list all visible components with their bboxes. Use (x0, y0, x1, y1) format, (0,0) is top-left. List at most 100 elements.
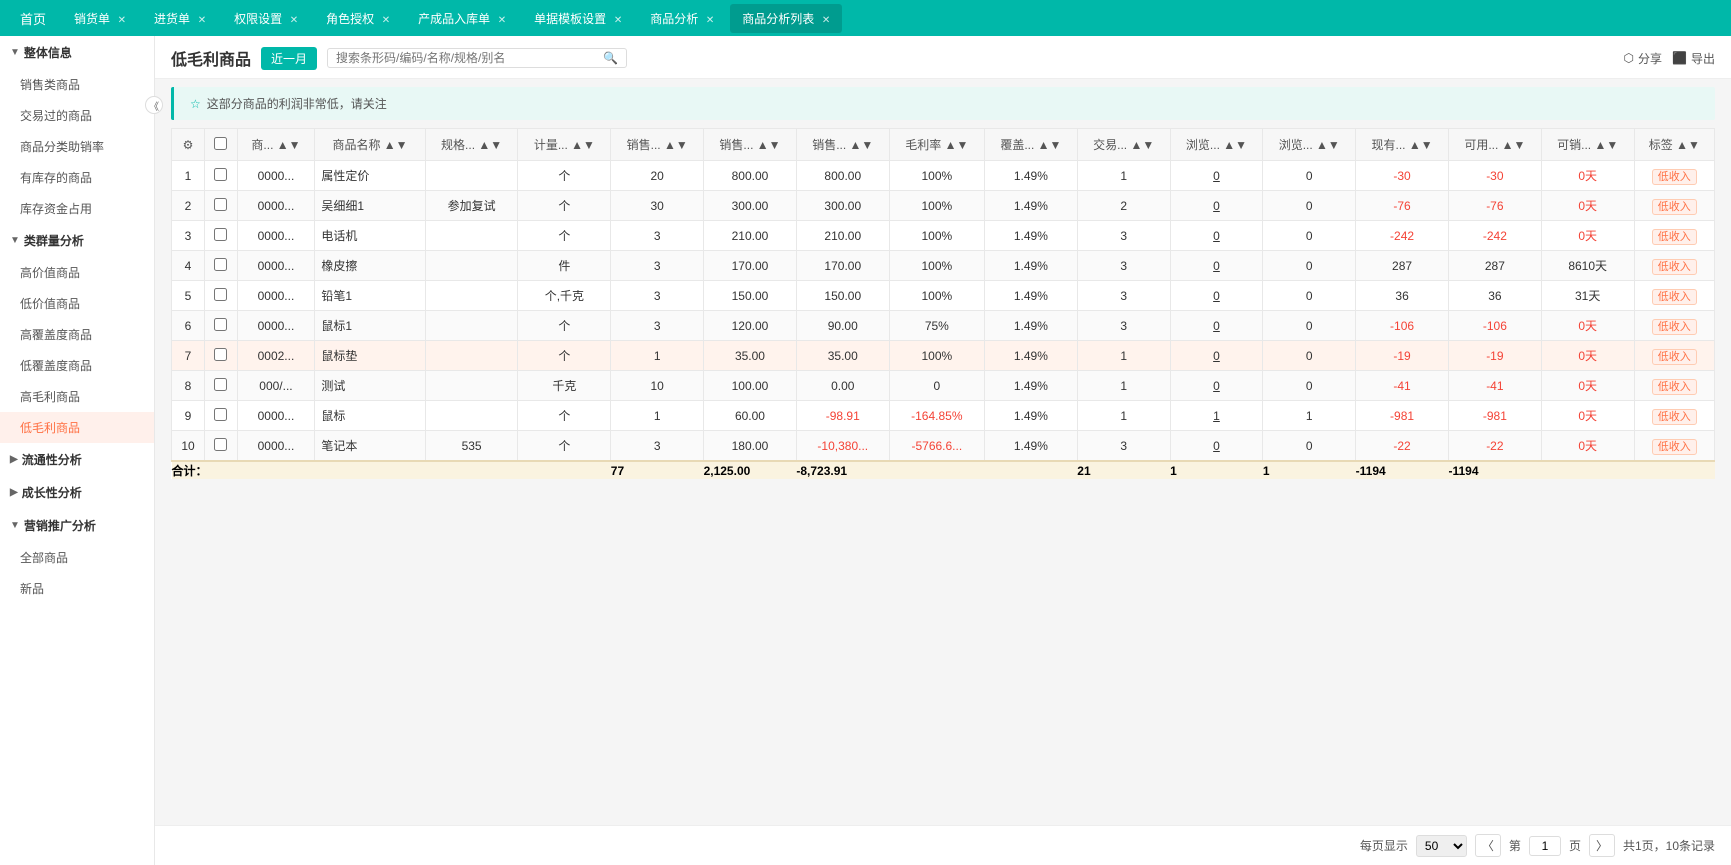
sidebar-item-sales-goods[interactable]: 销售类商品 (0, 69, 154, 100)
close-template-icon[interactable]: ✕ (614, 15, 622, 26)
sidebar-item-stock-capital[interactable]: 库存资金占用 (0, 193, 154, 224)
select-all-checkbox[interactable] (214, 137, 227, 150)
row-select-checkbox[interactable] (214, 318, 227, 331)
sidebar-item-high-coverage[interactable]: 高覆盖度商品 (0, 319, 154, 350)
row-view1[interactable]: 0 (1170, 161, 1263, 191)
nav-item-analysis[interactable]: 商品分析 ✕ (638, 4, 726, 33)
col-spec[interactable]: 规格... ▲▼ (425, 129, 518, 161)
close-permission-icon[interactable]: ✕ (290, 15, 298, 26)
col-tag[interactable]: 标签 ▲▼ (1634, 129, 1714, 161)
col-available[interactable]: 可用... ▲▼ (1448, 129, 1541, 161)
row-checkbox[interactable] (205, 431, 238, 462)
row-checkbox[interactable] (205, 221, 238, 251)
sidebar-item-new-goods[interactable]: 新品 (0, 573, 154, 604)
sidebar-item-low-profit[interactable]: 低毛利商品 (0, 412, 154, 443)
row-coverage: 1.49% (984, 401, 1077, 431)
nav-item-home[interactable]: 首页 (8, 3, 58, 34)
period-button[interactable]: 近一月 (261, 47, 317, 70)
row-view1[interactable]: 1 (1170, 401, 1263, 431)
sidebar-item-all-goods[interactable]: 全部商品 (0, 542, 154, 573)
sidebar-collapse-button[interactable]: 《 (145, 96, 163, 114)
nav-item-role[interactable]: 角色授权 ✕ (314, 4, 402, 33)
col-profit[interactable]: 销售... ▲▼ (796, 129, 889, 161)
nav-item-analysis-list[interactable]: 商品分析列表 ✕ (730, 4, 842, 33)
col-amount[interactable]: 销售... ▲▼ (704, 129, 797, 161)
table-row: 1 0000... 属性定价 个 20 800.00 800.00 100% 1… (172, 161, 1715, 191)
sidebar-group-growth[interactable]: ▶ 成长性分析 (0, 476, 154, 509)
sidebar-group-marketing[interactable]: ▼ 营销推广分析 (0, 509, 154, 542)
col-settings[interactable]: ⚙ (172, 129, 205, 161)
prev-page-button[interactable]: 〈 (1475, 834, 1501, 857)
col-current[interactable]: 现有... ▲▼ (1356, 129, 1449, 161)
row-checkbox[interactable] (205, 401, 238, 431)
row-trade: 3 (1077, 221, 1170, 251)
close-purchase-icon[interactable]: ✕ (198, 15, 206, 26)
col-name[interactable]: 商品名称 ▲▼ (315, 129, 425, 161)
sidebar-group-overall[interactable]: ▼ 整体信息 (0, 36, 154, 69)
row-checkbox[interactable] (205, 281, 238, 311)
row-select-checkbox[interactable] (214, 198, 227, 211)
sidebar-item-category-rate[interactable]: 商品分类助销率 (0, 131, 154, 162)
row-select-checkbox[interactable] (214, 378, 227, 391)
sidebar-item-low-coverage[interactable]: 低覆盖度商品 (0, 350, 154, 381)
row-checkbox[interactable] (205, 191, 238, 221)
row-no: 8 (172, 371, 205, 401)
row-checkbox[interactable] (205, 371, 238, 401)
close-role-icon[interactable]: ✕ (382, 15, 390, 26)
row-view1[interactable]: 0 (1170, 191, 1263, 221)
per-page-select[interactable]: 50 100 200 (1416, 835, 1467, 857)
col-code[interactable]: 商... ▲▼ (237, 129, 315, 161)
nav-item-product-entry[interactable]: 产成品入库单 ✕ (406, 4, 518, 33)
row-select-checkbox[interactable] (214, 438, 227, 451)
next-page-button[interactable]: 〉 (1589, 834, 1615, 857)
row-checkbox[interactable] (205, 251, 238, 281)
close-sales-icon[interactable]: ✕ (118, 15, 126, 26)
nav-item-template[interactable]: 单据模板设置 ✕ (522, 4, 634, 33)
row-view1[interactable]: 0 (1170, 371, 1263, 401)
page-input[interactable] (1529, 836, 1561, 856)
col-unit[interactable]: 计量... ▲▼ (518, 129, 611, 161)
row-view1[interactable]: 0 (1170, 341, 1263, 371)
row-select-checkbox[interactable] (214, 168, 227, 181)
sidebar-item-low-value[interactable]: 低价值商品 (0, 288, 154, 319)
col-trade[interactable]: 交易... ▲▼ (1077, 129, 1170, 161)
row-view1[interactable]: 0 (1170, 311, 1263, 341)
col-view1[interactable]: 浏览... ▲▼ (1170, 129, 1263, 161)
sidebar-group-cluster[interactable]: ▼ 类群量分析 (0, 224, 154, 257)
nav-item-permission[interactable]: 权限设置 ✕ (222, 4, 310, 33)
row-view1[interactable]: 0 (1170, 281, 1263, 311)
col-checkbox[interactable] (205, 129, 238, 161)
row-select-checkbox[interactable] (214, 228, 227, 241)
footer-view1: 1 (1170, 461, 1263, 479)
row-view1[interactable]: 0 (1170, 431, 1263, 462)
row-select-checkbox[interactable] (214, 288, 227, 301)
nav-item-sales[interactable]: 销货单 ✕ (62, 4, 138, 33)
col-gross-margin[interactable]: 毛利率 ▲▼ (889, 129, 984, 161)
row-checkbox[interactable] (205, 341, 238, 371)
close-analysis-list-icon[interactable]: ✕ (822, 15, 830, 26)
row-select-checkbox[interactable] (214, 348, 227, 361)
export-button[interactable]: ⬛ 导出 (1672, 50, 1715, 67)
row-checkbox[interactable] (205, 311, 238, 341)
close-analysis-icon[interactable]: ✕ (706, 15, 714, 26)
sidebar-item-traded-goods[interactable]: 交易过的商品 (0, 100, 154, 131)
row-select-checkbox[interactable] (214, 258, 227, 271)
col-view2[interactable]: 浏览... ▲▼ (1263, 129, 1356, 161)
col-qty[interactable]: 销售... ▲▼ (611, 129, 704, 161)
sidebar-item-stock-goods[interactable]: 有库存的商品 (0, 162, 154, 193)
search-input[interactable] (336, 51, 599, 65)
col-coverage[interactable]: 覆盖... ▲▼ (984, 129, 1077, 161)
sidebar-item-high-profit[interactable]: 高毛利商品 (0, 381, 154, 412)
col-saleable[interactable]: 可销... ▲▼ (1541, 129, 1634, 161)
sidebar-item-high-value[interactable]: 高价值商品 (0, 257, 154, 288)
row-view1[interactable]: 0 (1170, 251, 1263, 281)
search-icon[interactable]: 🔍 (603, 51, 618, 65)
nav-item-purchase[interactable]: 进货单 ✕ (142, 4, 218, 33)
row-select-checkbox[interactable] (214, 408, 227, 421)
share-button[interactable]: ⬡ 分享 (1624, 50, 1663, 67)
sidebar-group-circulation[interactable]: ▶ 流通性分析 (0, 443, 154, 476)
row-view1[interactable]: 0 (1170, 221, 1263, 251)
alert-text: 这部分商品的利润非常低，请关注 (207, 95, 387, 112)
row-checkbox[interactable] (205, 161, 238, 191)
close-product-entry-icon[interactable]: ✕ (498, 15, 506, 26)
